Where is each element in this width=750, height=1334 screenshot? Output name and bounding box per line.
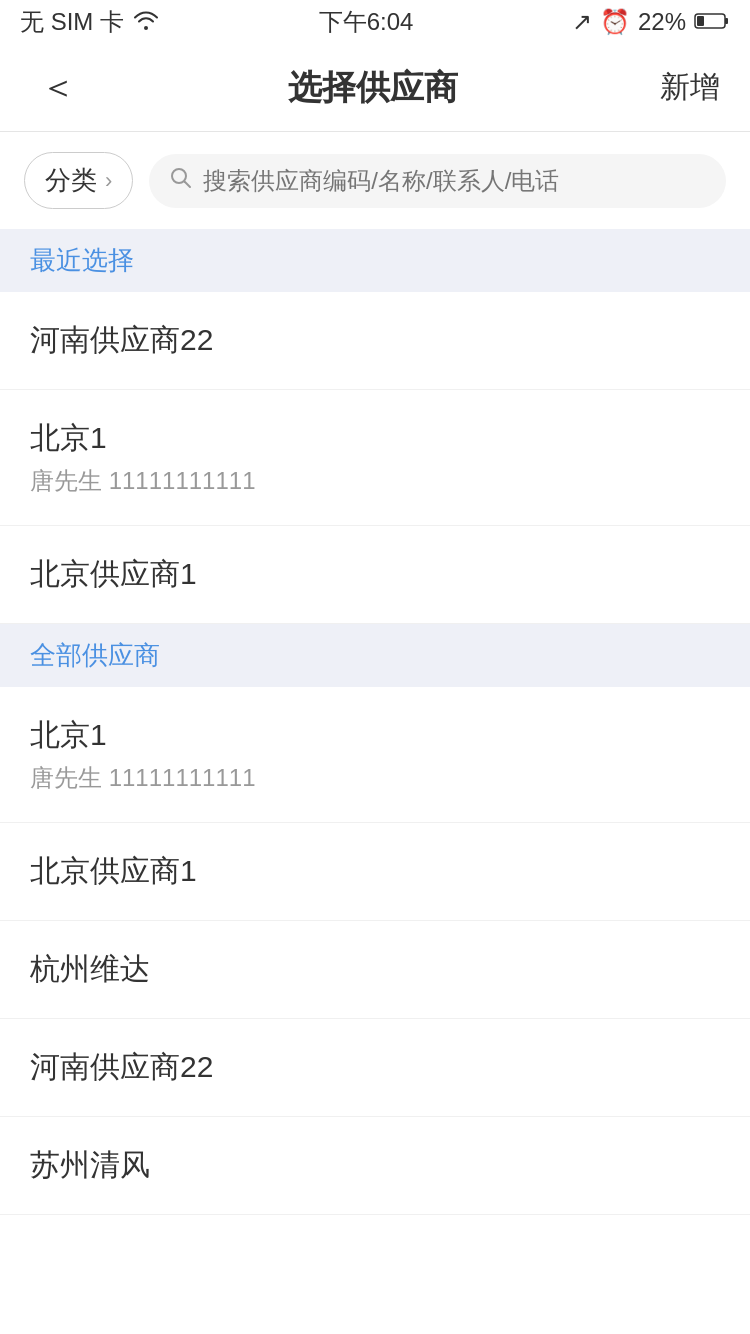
list-item[interactable]: 苏州清风 <box>0 1117 750 1215</box>
svg-rect-2 <box>697 16 704 26</box>
status-right: ↗ ⏰ 22% <box>572 8 730 36</box>
item-name: 北京供应商1 <box>30 851 720 892</box>
item-name: 北京供应商1 <box>30 554 720 595</box>
list-item[interactable]: 北京供应商1 <box>0 526 750 624</box>
item-name: 河南供应商22 <box>30 1047 720 1088</box>
item-name: 北京1 <box>30 418 720 459</box>
status-left: 无 SIM 卡 <box>20 6 160 38</box>
list-item[interactable]: 河南供应商22 <box>0 1019 750 1117</box>
search-icon <box>169 166 193 196</box>
wifi-icon <box>132 8 160 36</box>
category-label: 分类 <box>45 163 97 198</box>
status-time: 下午6:04 <box>319 6 414 38</box>
filter-row: 分类 › <box>0 132 750 229</box>
item-name: 河南供应商22 <box>30 320 720 361</box>
section-title-all: 全部供应商 <box>30 640 160 670</box>
item-sub: 唐先生 11111111111 <box>30 465 720 497</box>
sections-container: 最近选择河南供应商22 北京1 唐先生 11111111111 北京供应商1 全部供应商… <box>0 229 750 1215</box>
category-button[interactable]: 分类 › <box>24 152 133 209</box>
svg-line-4 <box>185 181 191 187</box>
item-name: 苏州清风 <box>30 1145 720 1186</box>
location-icon: ↗ <box>572 8 592 36</box>
alarm-icon: ⏰ <box>600 8 630 36</box>
battery-icon <box>694 8 730 36</box>
sim-status: 无 SIM 卡 <box>20 6 124 38</box>
item-sub: 唐先生 11111111111 <box>30 762 720 794</box>
battery-percent: 22% <box>638 8 686 36</box>
back-button[interactable]: ＜ <box>30 53 86 122</box>
list-item[interactable]: 北京供应商1 <box>0 823 750 921</box>
status-bar: 无 SIM 卡 下午6:04 ↗ ⏰ 22% <box>0 0 750 44</box>
list-item[interactable]: 北京1 唐先生 11111111111 <box>0 390 750 526</box>
search-bar[interactable] <box>149 154 726 208</box>
add-button[interactable]: 新增 <box>660 67 720 108</box>
section-header-all: 全部供应商 <box>0 624 750 687</box>
chevron-right-icon: › <box>105 168 112 194</box>
list-item[interactable]: 北京1 唐先生 11111111111 <box>0 687 750 823</box>
list-item[interactable]: 河南供应商22 <box>0 292 750 390</box>
section-header-recent: 最近选择 <box>0 229 750 292</box>
search-input[interactable] <box>203 167 706 195</box>
section-title-recent: 最近选择 <box>30 245 134 275</box>
nav-bar: ＜ 选择供应商 新增 <box>0 44 750 132</box>
item-name: 杭州维达 <box>30 949 720 990</box>
item-name: 北京1 <box>30 715 720 756</box>
page-title: 选择供应商 <box>288 65 458 111</box>
svg-rect-1 <box>725 18 728 24</box>
list-item[interactable]: 杭州维达 <box>0 921 750 1019</box>
